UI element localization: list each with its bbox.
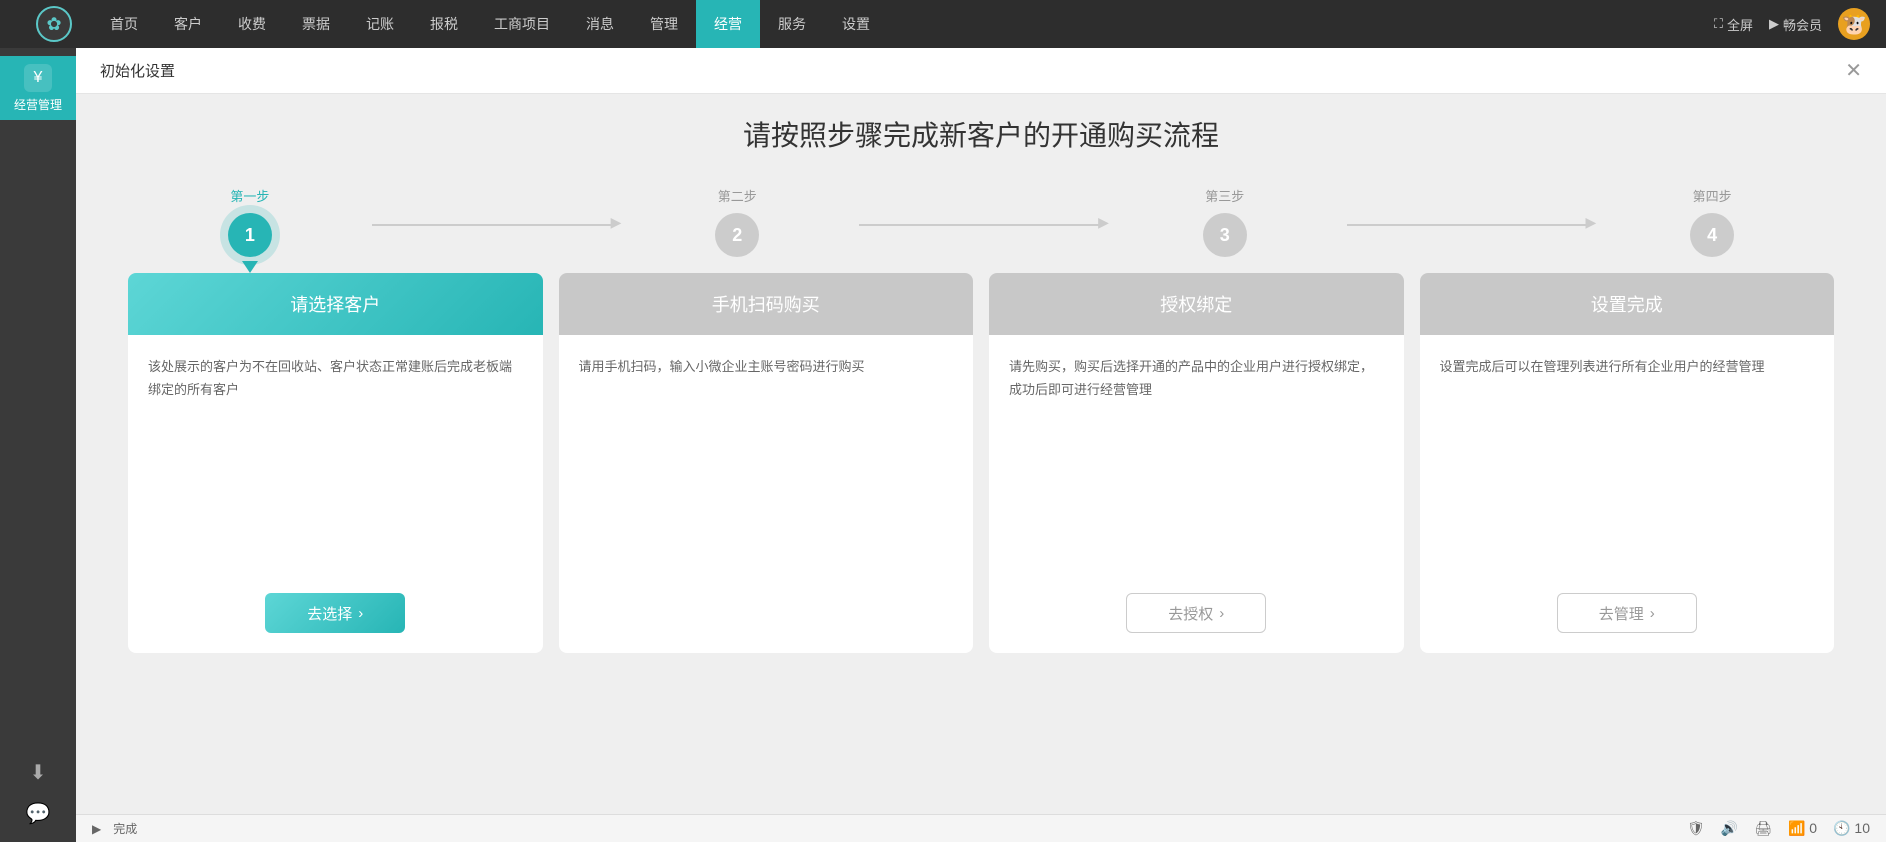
card-3: 授权绑定 请先购买，购买后选择开通的产品中的企业用户进行授权绑定，成功后即可进行… (989, 273, 1404, 653)
nav-right-area: ⛶ 全屏 ▶ 畅会员 🐮 (1714, 8, 1886, 40)
page-header: 初始化设置 ✕ (76, 48, 1886, 94)
logo-icon: ✿ (36, 6, 72, 42)
connector-2-3: ▶ (859, 224, 1103, 226)
nav-menu: 首页 客户 收费 票据 记账 报税 工商项目 消息 管理 经营 服务 设置 (92, 0, 1714, 48)
step-1-pointer (242, 261, 258, 273)
card-1: 请选择客户 该处展示的客户为不在回收站、客户状态正常建账后完成老板端绑定的所有客… (128, 273, 543, 653)
nav-message[interactable]: 消息 (568, 0, 632, 48)
card-4-arrow: › (1650, 605, 1655, 622)
content-area: 请按照步骤完成新客户的开通购买流程 第一步 1 ▶ (76, 94, 1886, 814)
nav-tax[interactable]: 报税 (412, 0, 476, 48)
step-1: 第一步 1 (128, 186, 372, 273)
card-3-body: 请先购买，购买后选择开通的产品中的企业用户进行授权绑定，成功后即可进行经营管理 (989, 335, 1404, 581)
nav-fee[interactable]: 收费 (220, 0, 284, 48)
arrow-1-2: ▶ (611, 214, 622, 231)
nav-invoice[interactable]: 票据 (284, 0, 348, 48)
card-3-desc: 请先购买，购买后选择开通的产品中的企业用户进行授权绑定，成功后即可进行经营管理 (1009, 355, 1384, 565)
cards-row: 请选择客户 该处展示的客户为不在回收站、客户状态正常建账后完成老板端绑定的所有客… (128, 273, 1834, 653)
card-1-arrow: › (358, 605, 363, 622)
nav-home[interactable]: 首页 (92, 0, 156, 48)
card-1-body: 该处展示的客户为不在回收站、客户状态正常建账后完成老板端绑定的所有客户 (128, 335, 543, 581)
vip-button[interactable]: ▶ 畅会员 (1769, 15, 1822, 34)
card-2: 手机扫码购买 请用手机扫码，输入小微企业主账号密码进行购买 (559, 273, 974, 653)
sidebar: ¥ 经营管理 ⬇ 💬 (0, 48, 76, 842)
card-4-footer: 去管理 › (1420, 581, 1835, 653)
sidebar-item-operation[interactable]: ¥ 经营管理 (0, 56, 76, 120)
card-4-button[interactable]: 去管理 › (1557, 593, 1697, 633)
nav-operation[interactable]: 经营 (696, 0, 760, 48)
card-3-button[interactable]: 去授权 › (1126, 593, 1266, 633)
step-1-label: 第一步 (230, 186, 269, 205)
volume-status-icon[interactable]: 🔊 (1721, 820, 1738, 837)
arrow-2-3: ▶ (1098, 214, 1109, 231)
card-2-footer (559, 621, 974, 653)
time-status-icon: 🕙 10 (1833, 820, 1870, 837)
main-layout: ¥ 经营管理 ⬇ 💬 初始化设置 ✕ 请按照步骤完成新客户的开通购买流程 第一步 (0, 48, 1886, 842)
play-icon: ▶ (1769, 16, 1779, 32)
card-2-desc: 请用手机扫码，输入小微企业主账号密码进行购买 (579, 355, 954, 605)
chat-icon[interactable]: 💬 (26, 801, 51, 826)
play-status-icon: ▶ (92, 822, 101, 836)
main-content: 初始化设置 ✕ 请按照步骤完成新客户的开通购买流程 第一步 1 (76, 48, 1886, 842)
fullscreen-button[interactable]: ⛶ 全屏 (1714, 15, 1753, 34)
step-1-circle: 1 (228, 213, 272, 257)
print-status-icon[interactable]: 🖨 (1754, 820, 1772, 837)
card-1-header: 请选择客户 (128, 273, 543, 335)
logo-area: ✿ (16, 6, 92, 42)
sidebar-bottom: ⬇ 💬 (26, 760, 51, 826)
step-4-label: 第四步 (1693, 186, 1732, 205)
operation-icon: ¥ (24, 64, 52, 92)
user-avatar[interactable]: 🐮 (1838, 8, 1870, 40)
steps-and-cards: 第一步 1 ▶ 第二步 2 (108, 186, 1854, 653)
card-4-body: 设置完成后可以在管理列表进行所有企业用户的经营管理 (1420, 335, 1835, 581)
page-title: 初始化设置 (100, 60, 175, 81)
status-bar: ▶ 完成 🛡 🔊 🖨 📶 0 🕙 10 (76, 814, 1886, 842)
shield-status-icon[interactable]: 🛡 (1687, 820, 1705, 837)
nav-customer[interactable]: 客户 (156, 0, 220, 48)
step-4: 第四步 4 (1590, 186, 1834, 269)
connector-1-2: ▶ (372, 224, 616, 226)
step-3: 第三步 3 (1103, 186, 1347, 269)
nav-business[interactable]: 工商项目 (476, 0, 568, 48)
card-4: 设置完成 设置完成后可以在管理列表进行所有企业用户的经营管理 去管理 › (1420, 273, 1835, 653)
top-navigation: ✿ 首页 客户 收费 票据 记账 报税 工商项目 消息 管理 经营 服务 设置 … (0, 0, 1886, 48)
step-2: 第二步 2 (615, 186, 859, 269)
network-status-icon: 📶 0 (1788, 820, 1817, 837)
step-2-circle: 2 (715, 213, 759, 257)
step-4-circle: 4 (1690, 213, 1734, 257)
nav-settings[interactable]: 设置 (824, 0, 888, 48)
status-bar-right: 🛡 🔊 🖨 📶 0 🕙 10 (1687, 820, 1870, 837)
nav-service[interactable]: 服务 (760, 0, 824, 48)
arrow-3-4: ▶ (1586, 214, 1597, 231)
card-4-header: 设置完成 (1420, 273, 1835, 335)
card-3-arrow: › (1219, 605, 1224, 622)
step-3-circle: 3 (1203, 213, 1247, 257)
card-2-header: 手机扫码购买 (559, 273, 974, 335)
step-3-label: 第三步 (1205, 186, 1244, 205)
card-1-footer: 去选择 › (128, 581, 543, 653)
card-3-header: 授权绑定 (989, 273, 1404, 335)
status-text: 完成 (113, 820, 137, 837)
fullscreen-icon: ⛶ (1714, 16, 1723, 32)
steps-row: 第一步 1 ▶ 第二步 2 (128, 186, 1834, 273)
main-title: 请按照步骤完成新客户的开通购买流程 (108, 114, 1854, 154)
connector-3-4: ▶ (1347, 224, 1591, 226)
card-2-body: 请用手机扫码，输入小微企业主账号密码进行购买 (559, 335, 974, 621)
card-1-button[interactable]: 去选择 › (265, 593, 405, 633)
download-icon[interactable]: ⬇ (30, 760, 47, 785)
nav-manage[interactable]: 管理 (632, 0, 696, 48)
card-3-footer: 去授权 › (989, 581, 1404, 653)
card-1-desc: 该处展示的客户为不在回收站、客户状态正常建账后完成老板端绑定的所有客户 (148, 355, 523, 565)
step-2-label: 第二步 (718, 186, 757, 205)
nav-accounting[interactable]: 记账 (348, 0, 412, 48)
card-4-desc: 设置完成后可以在管理列表进行所有企业用户的经营管理 (1440, 355, 1815, 565)
close-button[interactable]: ✕ (1845, 61, 1862, 81)
